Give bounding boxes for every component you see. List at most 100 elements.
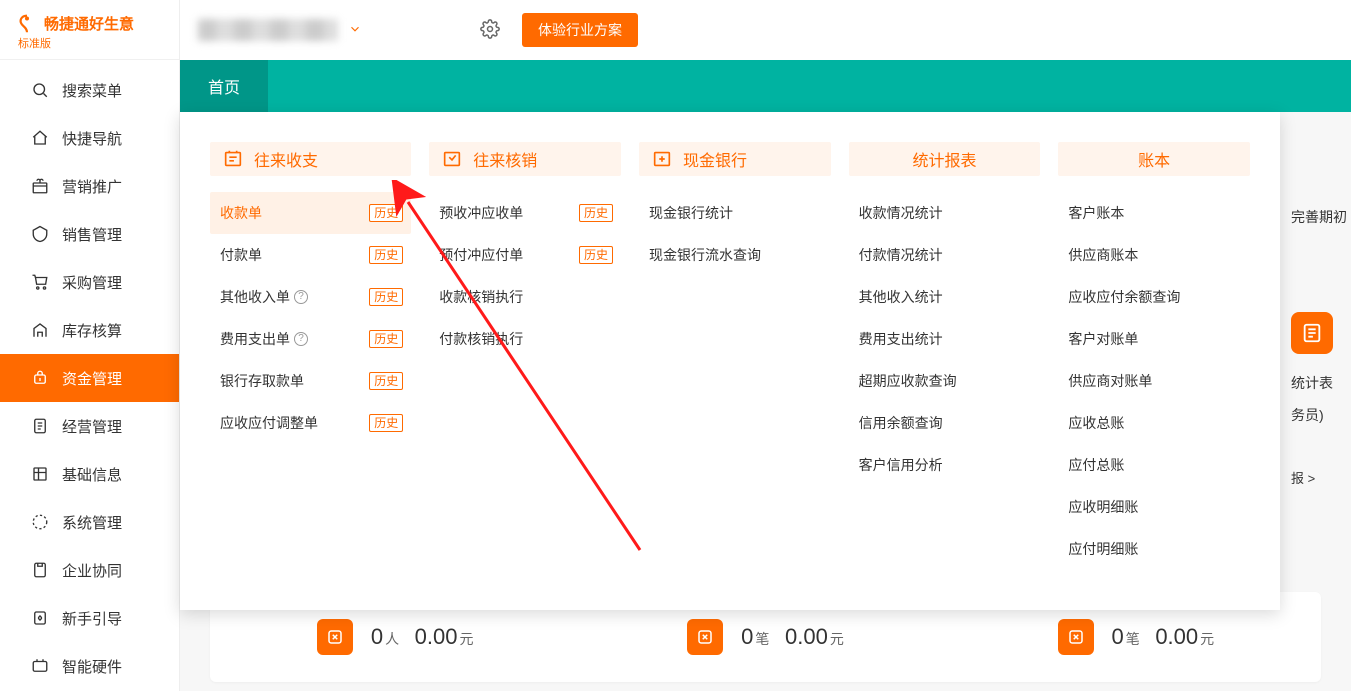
sidebar-item-6[interactable]: 资金管理 <box>0 354 179 402</box>
flyout-item-label: 费用支出单? <box>220 329 308 349</box>
sidebar-item-1[interactable]: 快捷导航 <box>0 114 179 162</box>
stat-amount: 0.00 <box>415 624 458 649</box>
sidebar-item-0[interactable]: 搜索菜单 <box>0 66 179 114</box>
flyout-item-3-5[interactable]: 信用余额查询 <box>849 402 1041 444</box>
experience-plan-button[interactable]: 体验行业方案 <box>522 13 638 47</box>
right-extras-role: 务员) <box>1291 406 1324 424</box>
right-extras-report-link[interactable]: 报 > <box>1291 468 1315 487</box>
stat-count-unit: 笔 <box>1126 631 1140 647</box>
stat-amount: 0.00 <box>1155 624 1198 649</box>
company-selector[interactable] <box>198 13 458 47</box>
sidebar-item-5[interactable]: 库存核算 <box>0 306 179 354</box>
flyout-item-4-6[interactable]: 应付总账 <box>1058 444 1250 486</box>
flyout-item-4-1[interactable]: 供应商账本 <box>1058 234 1250 276</box>
flyout-item-2-0[interactable]: 现金银行统计 <box>639 192 831 234</box>
tab-home[interactable]: 首页 <box>180 60 268 112</box>
sidebar-item-10-icon <box>30 560 50 580</box>
sidebar-item-12-icon <box>30 656 50 676</box>
flyout-item-label: 付款情况统计 <box>859 245 943 265</box>
flyout-item-3-3[interactable]: 费用支出统计 <box>849 318 1041 360</box>
history-badge[interactable]: 历史 <box>369 372 403 390</box>
sidebar-item-1-icon <box>30 128 50 148</box>
help-icon[interactable]: ? <box>294 290 308 304</box>
flyout-col-header-0: 往来收支 <box>210 142 411 176</box>
flyout-item-0-4[interactable]: 银行存取款单历史 <box>210 360 411 402</box>
stat-icon <box>317 619 353 655</box>
settings-button[interactable] <box>474 14 506 46</box>
flyout-col-4: 账本客户账本供应商账本应收应付余额查询客户对账单供应商对账单应收总账应付总账应收… <box>1058 142 1250 570</box>
stat-count: 0 <box>741 624 753 649</box>
flyout-item-4-7[interactable]: 应收明细账 <box>1058 486 1250 528</box>
history-badge[interactable]: 历史 <box>369 246 403 264</box>
flyout-item-3-2[interactable]: 其他收入统计 <box>849 276 1041 318</box>
flyout-item-1-1[interactable]: 预付冲应付单历史 <box>429 234 621 276</box>
brand-logo-icon <box>16 13 38 35</box>
sidebar-item-11[interactable]: 新手引导 <box>0 594 179 642</box>
flyout-item-label: 超期应收款查询 <box>859 371 957 391</box>
sidebar-item-5-label: 库存核算 <box>62 320 122 341</box>
stat-card-2: 0笔 0.00元 <box>1058 619 1215 655</box>
flyout-item-4-0[interactable]: 客户账本 <box>1058 192 1250 234</box>
history-badge[interactable]: 历史 <box>369 330 403 348</box>
sidebar-item-4[interactable]: 采购管理 <box>0 258 179 306</box>
history-badge[interactable]: 历史 <box>579 246 613 264</box>
flyout-item-2-1[interactable]: 现金银行流水查询 <box>639 234 831 276</box>
flyout-item-4-3[interactable]: 客户对账单 <box>1058 318 1250 360</box>
sidebar-item-3-label: 销售管理 <box>62 224 122 245</box>
history-badge[interactable]: 历史 <box>369 414 403 432</box>
flyout-item-3-0[interactable]: 收款情况统计 <box>849 192 1041 234</box>
flyout-item-3-1[interactable]: 付款情况统计 <box>849 234 1041 276</box>
flyout-col-header-1: 往来核销 <box>429 142 621 176</box>
sidebar-item-7[interactable]: 经营管理 <box>0 402 179 450</box>
flyout-item-1-2[interactable]: 收款核销执行 <box>429 276 621 318</box>
history-badge[interactable]: 历史 <box>579 204 613 222</box>
history-badge[interactable]: 历史 <box>369 204 403 222</box>
flyout-item-0-2[interactable]: 其他收入单?历史 <box>210 276 411 318</box>
report-icon[interactable] <box>1291 312 1333 354</box>
flyout-item-3-4[interactable]: 超期应收款查询 <box>849 360 1041 402</box>
flyout-item-0-3[interactable]: 费用支出单? 历史 <box>210 318 411 360</box>
sidebar-item-11-icon <box>30 608 50 628</box>
help-icon[interactable]: ? <box>294 332 308 346</box>
flyout-item-label: 应收应付调整单 <box>220 413 318 433</box>
flyout-item-label: 应收应付余额查询 <box>1068 287 1180 307</box>
flyout-col-1: 往来核销预收冲应收单历史预付冲应付单历史收款核销执行付款核销执行 <box>429 142 621 570</box>
flyout-item-label: 应付总账 <box>1068 455 1124 475</box>
sidebar-item-0-icon <box>30 80 50 100</box>
flyout-item-0-5[interactable]: 应收应付调整单 历史 <box>210 402 411 444</box>
flyout-item-label: 付款单 <box>220 245 262 265</box>
sidebar-item-12[interactable]: 智能硬件 <box>0 642 179 690</box>
right-extras-stat-table: 统计表 <box>1291 374 1333 392</box>
flyout-item-0-1[interactable]: 付款单 历史 <box>210 234 411 276</box>
sidebar-item-8[interactable]: 基础信息 <box>0 450 179 498</box>
brand-edition: 标准版 <box>18 35 163 51</box>
sidebar-item-10[interactable]: 企业协同 <box>0 546 179 594</box>
history-badge[interactable]: 历史 <box>369 288 403 306</box>
flyout-item-3-6[interactable]: 客户信用分析 <box>849 444 1041 486</box>
sidebar-nav: 搜索菜单快捷导航营销推广销售管理采购管理库存核算资金管理经营管理基础信息系统管理… <box>0 60 179 691</box>
flyout-item-label: 付款核销执行 <box>439 329 523 349</box>
flyout-item-4-2[interactable]: 应收应付余额查询 <box>1058 276 1250 318</box>
flyout-col-title: 往来收支 <box>254 147 318 171</box>
sidebar-item-12-label: 智能硬件 <box>62 656 122 677</box>
flyout-item-4-4[interactable]: 供应商对账单 <box>1058 360 1250 402</box>
flyout-item-label: 现金银行流水查询 <box>649 245 761 265</box>
flyout-item-label: 供应商对账单 <box>1068 371 1152 391</box>
flyout-item-1-0[interactable]: 预收冲应收单历史 <box>429 192 621 234</box>
sidebar-item-4-icon <box>30 272 50 292</box>
flyout-col-title: 账本 <box>1138 147 1170 171</box>
flyout-item-label: 应收总账 <box>1068 413 1124 433</box>
stat-count: 0 <box>371 624 383 649</box>
stat-icon <box>687 619 723 655</box>
flyout-item-0-0[interactable]: 收款单历史 <box>210 192 411 234</box>
flyout-col-icon <box>651 148 673 170</box>
flyout-col-title: 现金银行 <box>683 147 747 171</box>
flyout-item-1-3[interactable]: 付款核销执行 <box>429 318 621 360</box>
stat-icon <box>1058 619 1094 655</box>
flyout-item-4-8[interactable]: 应付明细账 <box>1058 528 1250 570</box>
sidebar-item-2[interactable]: 营销推广 <box>0 162 179 210</box>
flyout-col-3: 统计报表收款情况统计付款情况统计其他收入统计费用支出统计超期应收款查询信用余额查… <box>849 142 1041 570</box>
flyout-item-4-5[interactable]: 应收总账 <box>1058 402 1250 444</box>
sidebar-item-9[interactable]: 系统管理 <box>0 498 179 546</box>
sidebar-item-3[interactable]: 销售管理 <box>0 210 179 258</box>
